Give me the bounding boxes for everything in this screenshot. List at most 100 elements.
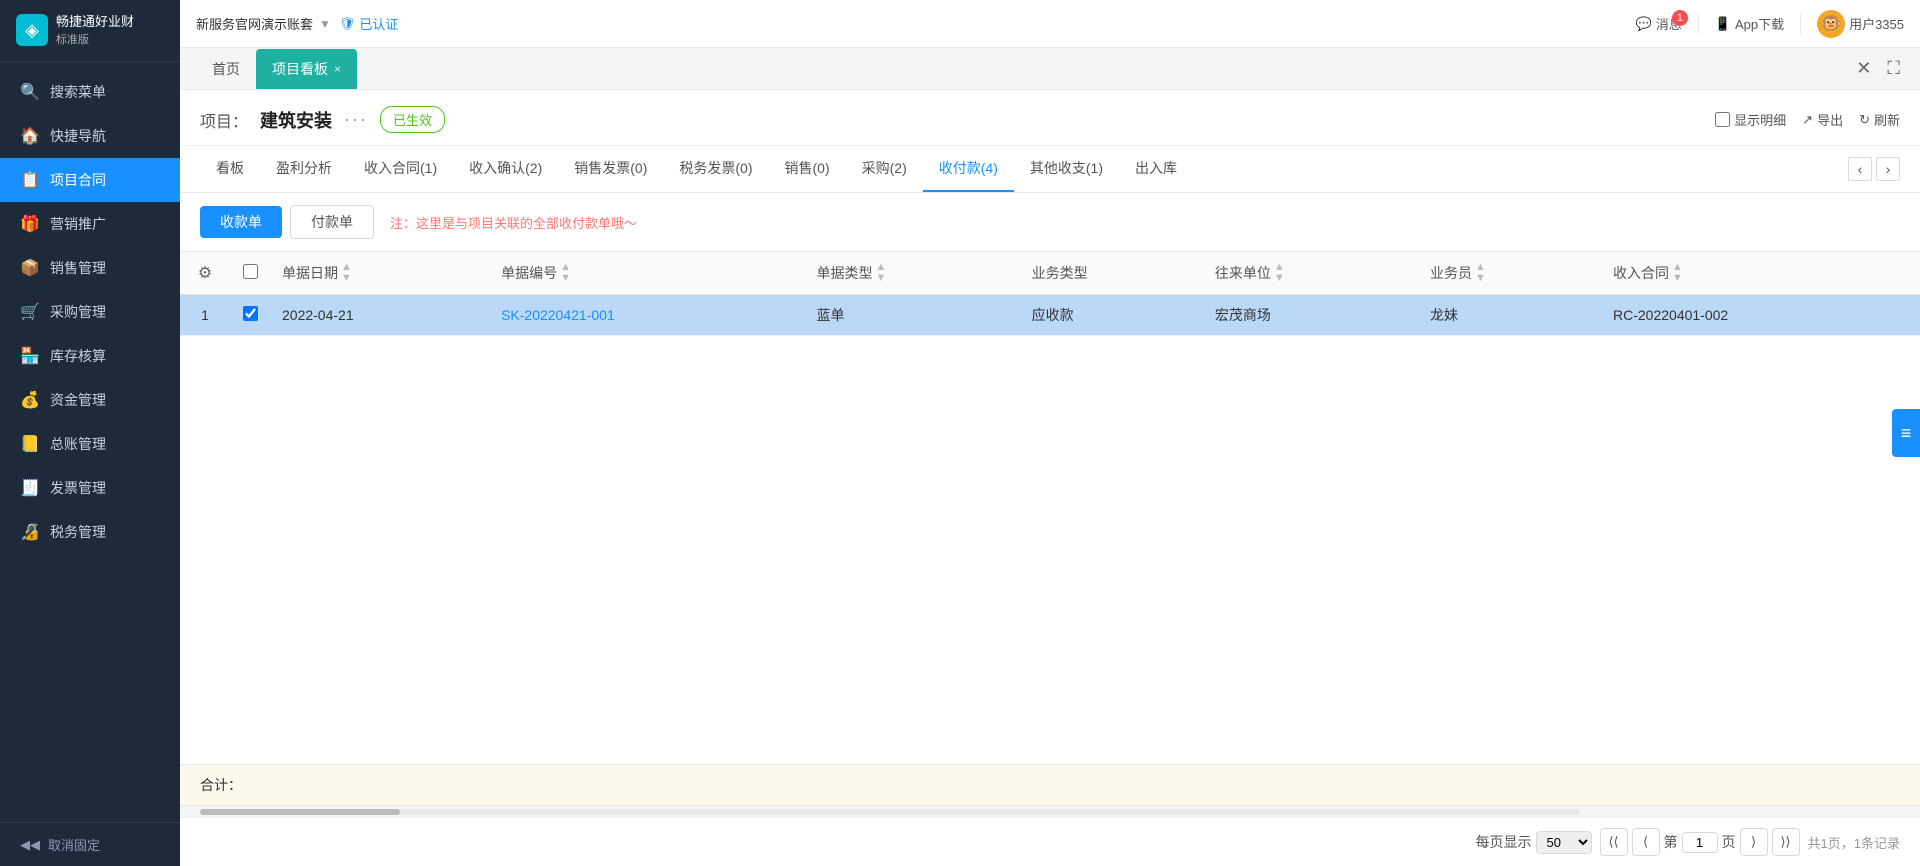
sub-tab-purchase[interactable]: 采购(2) <box>846 146 923 192</box>
page-number-input[interactable] <box>1682 832 1718 853</box>
topbar-left: 新服务官网演示账套 ▼ 🛡 已认证 <box>196 14 398 33</box>
cell-salesperson: 龙妹 <box>1418 295 1601 336</box>
sidebar-item-quick-nav[interactable]: 🏠 快捷导航 <box>0 114 180 158</box>
next-page-button[interactable]: ⟩ <box>1740 828 1768 856</box>
per-page-select[interactable]: 50 100 200 <box>1536 831 1592 854</box>
sub-tab-prev-button[interactable]: ‹ <box>1848 157 1872 181</box>
chevron-down-icon: ▼ <box>319 17 331 31</box>
sidebar-item-marketing[interactable]: 🎁 营销推广 <box>0 202 180 246</box>
sub-tab-income-contract[interactable]: 收入合同(1) <box>348 146 453 192</box>
sidebar-item-invoice[interactable]: 🧾 发票管理 <box>0 466 180 510</box>
per-page-label: 每页显示 <box>1476 832 1532 852</box>
export-icon: ↗ <box>1802 112 1813 128</box>
payment-tab-button[interactable]: 付款单 <box>290 205 374 239</box>
cell-num: 1 <box>180 295 230 336</box>
sidebar-item-search[interactable]: 🔍 搜索菜单 <box>0 70 180 114</box>
sub-tab-next-button[interactable]: › <box>1876 157 1900 181</box>
close-window-button[interactable]: ✕ <box>1852 56 1875 81</box>
sub-tab-income-confirm[interactable]: 收入确认(2) <box>453 146 558 192</box>
more-options-icon[interactable]: ··· <box>344 109 368 130</box>
sub-tab-kanban[interactable]: 看板 <box>200 146 260 192</box>
tab-project-board[interactable]: 项目看板 × <box>256 49 357 89</box>
sidebar-item-purchase[interactable]: 🛒 采购管理 <box>0 290 180 334</box>
sidebar-item-label: 营销推广 <box>50 214 106 234</box>
panel-icon: ≡ <box>1901 423 1912 444</box>
sidebar-item-project-contract[interactable]: 📋 项目合同 <box>0 158 180 202</box>
table-row[interactable]: 1 2022-04-21 SK-20220421-001 蓝单 应收款 宏茂商场… <box>180 295 1920 336</box>
project-icon: 📋 <box>20 170 40 190</box>
show-detail-checkbox[interactable]: 显示明细 <box>1715 110 1786 129</box>
page-content: 项目： 建筑安装 ··· 已生效 显示明细 ↗ 导出 ↻ 刷新 <box>180 90 1920 866</box>
sort-income-contract[interactable]: 收入合同 ▲▼ <box>1613 262 1908 284</box>
col-header-biz-type: 业务类型 <box>1020 252 1203 295</box>
sub-tab-sales[interactable]: 销售(0) <box>769 146 846 192</box>
show-detail-check-input[interactable] <box>1715 112 1730 127</box>
col-header-partner: 往来单位 ▲▼ <box>1203 252 1418 295</box>
tabbar: 首页 项目看板 × ✕ ⛶ <box>180 48 1920 90</box>
refresh-button[interactable]: ↻ 刷新 <box>1859 110 1900 129</box>
receipt-tab-button[interactable]: 收款单 <box>200 206 282 238</box>
sidebar-item-inventory[interactable]: 🏪 库存核算 <box>0 334 180 378</box>
page-suffix: 页 <box>1722 832 1736 852</box>
sub-tab-inout[interactable]: 出入库 <box>1119 146 1193 192</box>
sidebar-item-general-ledger[interactable]: 📒 总账管理 <box>0 422 180 466</box>
sidebar-item-label: 项目合同 <box>50 170 106 190</box>
shield-icon: 🛡 <box>339 16 356 32</box>
sub-tab-profit[interactable]: 盈利分析 <box>260 146 348 192</box>
sidebar-unpin-button[interactable]: ◀◀ 取消固定 <box>0 822 180 866</box>
sub-tab-receipt-payment[interactable]: 收付款(4) <box>923 146 1014 192</box>
last-page-button[interactable]: ⟩⟩ <box>1772 828 1800 856</box>
sidebar-item-label: 库存核算 <box>50 346 106 366</box>
cell-partner: 宏茂商场 <box>1203 295 1418 336</box>
cart-icon: 🛒 <box>20 302 40 322</box>
sidebar-item-sales[interactable]: 📦 销售管理 <box>0 246 180 290</box>
account-selector[interactable]: 新服务官网演示账套 ▼ <box>196 14 331 33</box>
sort-type[interactable]: 单据类型 ▲▼ <box>816 262 1007 284</box>
cell-number: SK-20220421-001 <box>489 295 804 336</box>
page-navigation: ⟨⟨ ⟨ 第 页 ⟩ ⟩⟩ <box>1600 828 1800 856</box>
fullscreen-button[interactable]: ⛶ <box>1883 56 1904 81</box>
cell-check <box>230 295 270 336</box>
document-number-link[interactable]: SK-20220421-001 <box>501 307 615 323</box>
sidebar-item-finance[interactable]: 💰 资金管理 <box>0 378 180 422</box>
tab-project-board-label: 项目看板 <box>272 59 328 79</box>
sort-number-icon: ▲▼ <box>560 262 571 284</box>
sub-tab-sales-invoice[interactable]: 销售发票(0) <box>558 146 663 192</box>
user-label: 用户3355 <box>1849 14 1904 33</box>
app-download-button[interactable]: 📱 App下载 <box>1715 14 1784 33</box>
data-table: ⚙ 单据日期 ▲▼ 单据编号 <box>180 251 1920 336</box>
total-row: 合计： <box>180 764 1920 805</box>
user-button[interactable]: 🐵 用户3355 <box>1817 10 1904 38</box>
col-header-date: 单据日期 ▲▼ <box>270 252 489 295</box>
pagination: 每页显示 50 100 200 ⟨⟨ ⟨ 第 页 ⟩ ⟩⟩ 共1页，1条记录 <box>180 817 1920 866</box>
sidebar-item-tax[interactable]: 🔏 税务管理 <box>0 510 180 554</box>
mobile-icon: 📱 <box>1715 16 1731 32</box>
export-button[interactable]: ↗ 导出 <box>1802 110 1843 129</box>
right-panel-toggle[interactable]: ≡ <box>1892 409 1920 457</box>
main-content: 新服务官网演示账套 ▼ 🛡 已认证 💬 消息 1 📱 App下载 🐵 用 <box>180 0 1920 866</box>
message-button[interactable]: 💬 消息 1 <box>1636 14 1682 33</box>
sort-salesperson[interactable]: 业务员 ▲▼ <box>1430 262 1589 284</box>
sidebar-item-label: 搜索菜单 <box>50 82 106 102</box>
sub-tab-tax-invoice[interactable]: 税务发票(0) <box>663 146 768 192</box>
sort-date[interactable]: 单据日期 ▲▼ <box>282 262 477 284</box>
sub-tab-nav: ‹ › <box>1848 157 1900 181</box>
sidebar-item-label: 总账管理 <box>50 434 106 454</box>
sort-partner[interactable]: 往来单位 ▲▼ <box>1215 262 1406 284</box>
scroll-track <box>200 809 1580 815</box>
tax-icon: 🔏 <box>20 522 40 542</box>
sub-tab-other-expense[interactable]: 其他收支(1) <box>1014 146 1119 192</box>
sort-number[interactable]: 单据编号 ▲▼ <box>501 262 792 284</box>
table-settings-button[interactable]: ⚙ <box>198 263 212 283</box>
prev-page-button[interactable]: ⟨ <box>1632 828 1660 856</box>
horizontal-scrollbar[interactable] <box>180 805 1920 817</box>
row-checkbox[interactable] <box>243 306 258 321</box>
tab-home[interactable]: 首页 <box>196 49 256 89</box>
sidebar-item-label: 快捷导航 <box>50 126 106 146</box>
col-header-type: 单据类型 ▲▼ <box>804 252 1019 295</box>
col-header-check <box>230 252 270 295</box>
first-page-button[interactable]: ⟨⟨ <box>1600 828 1628 856</box>
tab-close-icon[interactable]: × <box>334 62 341 76</box>
app-sub: 标准版 <box>56 31 134 47</box>
select-all-checkbox[interactable] <box>243 264 258 279</box>
